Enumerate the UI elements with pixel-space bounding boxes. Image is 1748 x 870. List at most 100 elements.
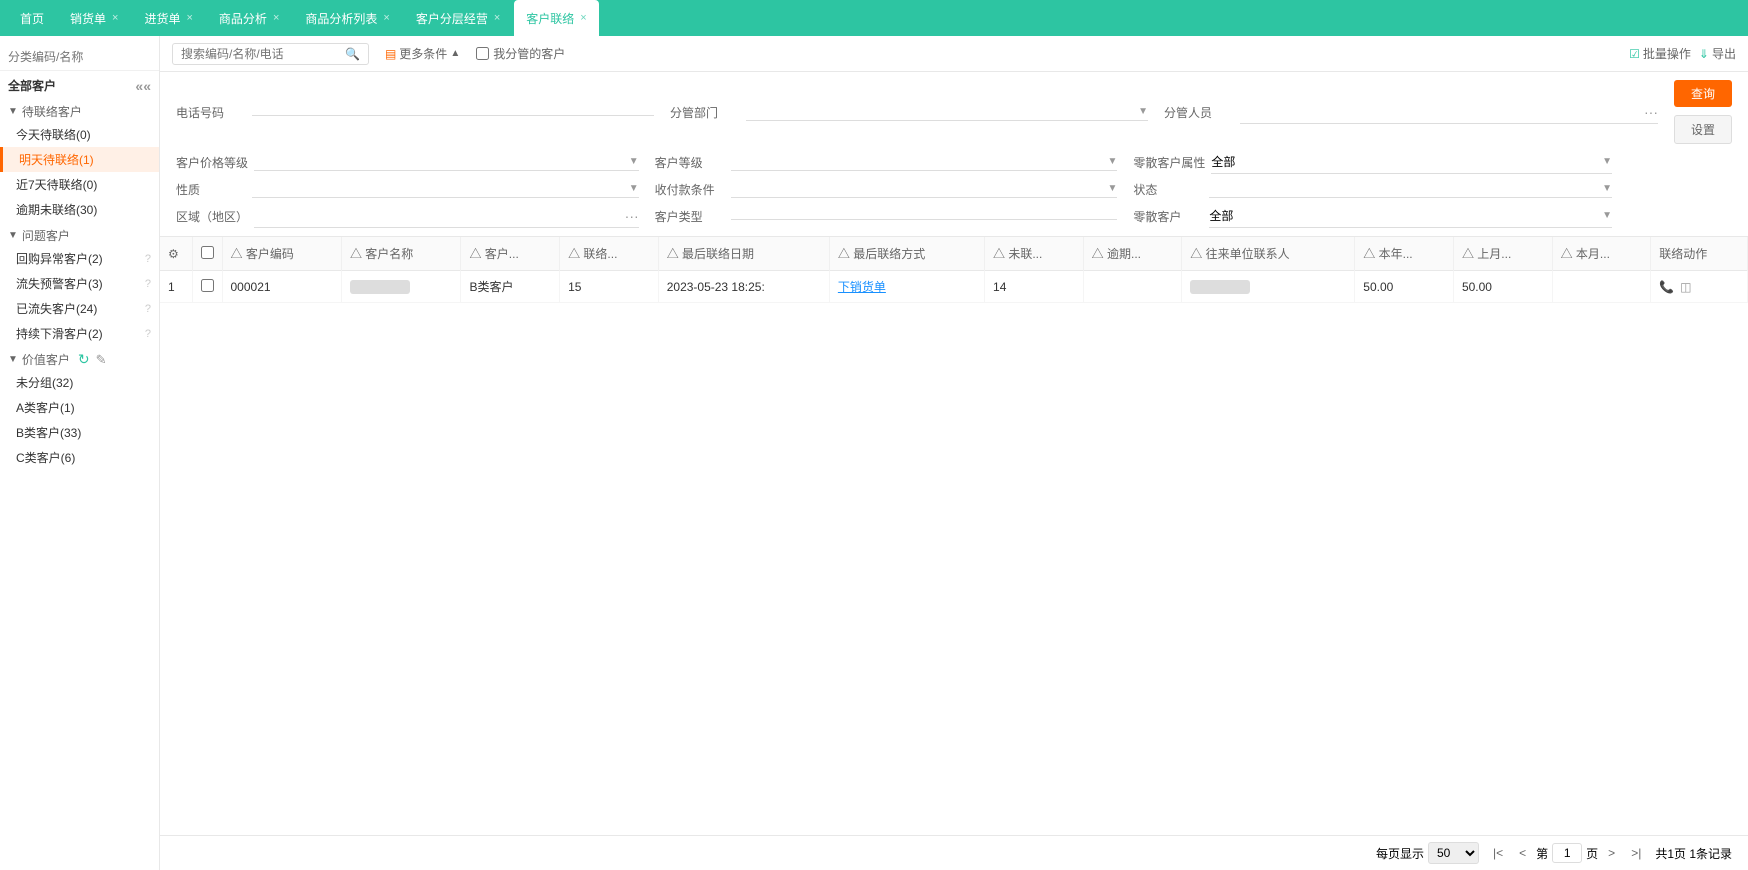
sidebar-item-7days-pending[interactable]: 近7天待联络(0) <box>0 172 159 197</box>
first-page-btn[interactable]: |< <box>1487 844 1509 862</box>
row-this-year: 50.00 <box>1355 271 1454 303</box>
sidebar-item-overdue-pending[interactable]: 逾期未联络(30) <box>0 197 159 222</box>
per-page-select[interactable]: 50 100 200 <box>1428 842 1479 864</box>
sidebar-item-ungrouped[interactable]: 未分组(32) <box>0 370 159 395</box>
last-page-btn[interactable]: >| <box>1625 844 1647 862</box>
more-filters-btn[interactable]: ▤ 更多条件 ▲ <box>377 42 468 65</box>
pagination: |< < 第 页 > >| <box>1487 843 1647 863</box>
dept-select[interactable]: ▼ <box>746 103 1148 121</box>
filter-manager: 分管人员 ··· <box>1164 101 1658 124</box>
edit-icon[interactable]: ✎ <box>96 352 107 368</box>
row-last-month: 50.00 <box>1453 271 1552 303</box>
manager-input[interactable]: ··· <box>1240 101 1658 124</box>
pending-contact-group: ▼ 待联络客户 <box>0 98 159 122</box>
refresh-icon[interactable]: ↻ <box>78 351 90 368</box>
page-input[interactable] <box>1552 843 1582 863</box>
nav-product-analysis[interactable]: 商品分析 × <box>207 0 291 36</box>
sidebar-item-repurchase-abnormal[interactable]: 回购异常客户(2) ? <box>0 246 159 271</box>
nav-sales-order[interactable]: 销货单 × <box>58 0 130 36</box>
sidebar-item-b-class[interactable]: B类客户(33) <box>0 420 159 445</box>
col-last-method[interactable]: △ 最后联络方式 <box>829 237 984 271</box>
nav-home[interactable]: 首页 <box>8 0 56 36</box>
per-page-label: 每页显示 <box>1376 845 1424 862</box>
prev-page-btn[interactable]: < <box>1513 844 1532 862</box>
customer-type-select[interactable] <box>731 213 1118 220</box>
retail-customer-select[interactable]: 全部 ▼ <box>1209 204 1612 228</box>
phone-input[interactable] <box>252 109 654 116</box>
value-customers-group: ▼ 价值客户 ↻ ✎ <box>0 346 159 370</box>
area-label: 区域（地区） <box>176 208 248 225</box>
close-icon[interactable]: × <box>383 12 389 24</box>
price-level-select[interactable]: ▼ <box>254 153 639 171</box>
row-this-month <box>1552 271 1651 303</box>
area-select[interactable]: ··· <box>254 205 639 228</box>
retail-attr-select[interactable]: 全部 ▼ <box>1211 150 1612 174</box>
nav-purchase-order[interactable]: 进货单 × <box>132 0 204 36</box>
phone-icon[interactable]: 📞 <box>1659 280 1674 294</box>
row-overdue <box>1083 271 1182 303</box>
sidebar-item-tomorrow-pending[interactable]: 明天待联络(1) <box>0 147 159 172</box>
customer-level-select[interactable]: ▼ <box>731 153 1118 171</box>
col-type[interactable]: △ 客户... <box>461 237 560 271</box>
table-wrapper: ⚙ △ 客户编码 △ 客户名称 △ 客户... △ 联络... <box>160 237 1748 835</box>
col-this-year[interactable]: △ 本年... <box>1355 237 1454 271</box>
close-icon[interactable]: × <box>186 12 192 24</box>
sidebar-search-input[interactable] <box>8 50 160 64</box>
action-icons[interactable]: 📞◫ <box>1659 280 1739 294</box>
filter-retail-attr: 零散客户属性 全部 ▼ <box>1133 150 1612 174</box>
filter-row-1: 电话号码 分管部门 ▼ 分管人员 ··· <box>176 80 1732 144</box>
close-icon[interactable]: × <box>273 12 279 24</box>
all-customers-section[interactable]: 全部客户 «« <box>0 71 159 98</box>
col-unit-contacts[interactable]: △ 往来单位联系人 <box>1182 237 1355 271</box>
filter-gender: 性质 ▼ <box>176 180 655 198</box>
col-checkbox[interactable] <box>192 237 222 271</box>
row-action[interactable]: 📞◫ <box>1651 271 1748 303</box>
row-checkbox[interactable] <box>192 271 222 303</box>
sidebar-item-today-pending[interactable]: 今天待联络(0) <box>0 122 159 147</box>
help-icon: ? <box>145 303 151 315</box>
reset-btn[interactable]: 设置 <box>1674 115 1732 144</box>
main-layout: 🔍 全部客户 «« ▼ 待联络客户 今天待联络(0) 明天待联络(1) 近7天待… <box>0 36 1748 870</box>
more-action-icon[interactable]: ◫ <box>1680 280 1691 294</box>
gender-select[interactable]: ▼ <box>252 180 639 198</box>
row-code: 000021 <box>222 271 341 303</box>
batch-op-btn[interactable]: ☑ 批量操作 <box>1629 45 1691 62</box>
close-icon[interactable]: × <box>580 12 586 24</box>
page-unit: 页 <box>1586 845 1598 862</box>
footer: 每页显示 50 100 200 |< < 第 页 > >| 共1页 1条记录 <box>160 835 1748 870</box>
col-this-month[interactable]: △ 本月... <box>1552 237 1651 271</box>
sidebar-item-churned[interactable]: 已流失客户(24) ? <box>0 296 159 321</box>
close-icon[interactable]: × <box>494 12 500 24</box>
search-icon[interactable]: 🔍 <box>345 47 360 61</box>
col-overdue[interactable]: △ 逾期... <box>1083 237 1182 271</box>
payment-select[interactable]: ▼ <box>731 180 1118 198</box>
export-btn[interactable]: ⇓ 导出 <box>1699 45 1736 62</box>
col-contacts[interactable]: △ 联络... <box>560 237 659 271</box>
sidebar-item-a-class[interactable]: A类客户(1) <box>0 395 159 420</box>
query-btn[interactable]: 查询 <box>1674 80 1732 107</box>
select-all-checkbox[interactable] <box>201 246 214 259</box>
nav-customer-tier[interactable]: 客户分层经营 × <box>404 0 512 36</box>
customer-table: ⚙ △ 客户编码 △ 客户名称 △ 客户... △ 联络... <box>160 237 1748 303</box>
col-settings[interactable]: ⚙ <box>160 237 192 271</box>
next-page-btn[interactable]: > <box>1602 844 1621 862</box>
search-input[interactable] <box>181 47 341 61</box>
col-code[interactable]: △ 客户编码 <box>222 237 341 271</box>
nav-customer-contact[interactable]: 客户联络 × <box>514 0 598 36</box>
sidebar-item-c-class[interactable]: C类客户(6) <box>0 445 159 470</box>
col-name[interactable]: △ 客户名称 <box>341 237 460 271</box>
col-last-month[interactable]: △ 上月... <box>1453 237 1552 271</box>
col-last-date[interactable]: △ 最后联络日期 <box>658 237 829 271</box>
sidebar-item-declining[interactable]: 持续下滑客户(2) ? <box>0 321 159 346</box>
row-no-contact: 14 <box>985 271 1084 303</box>
col-no-contact[interactable]: △ 未联... <box>985 237 1084 271</box>
close-icon[interactable]: × <box>112 12 118 24</box>
row-last-method[interactable]: 下销货单 <box>829 271 984 303</box>
sidebar-item-churn-warning[interactable]: 流失预警客户(3) ? <box>0 271 159 296</box>
my-customers-checkbox-label[interactable]: 我分管的客户 <box>476 45 565 62</box>
my-customers-checkbox[interactable] <box>476 47 489 60</box>
collapse-icon[interactable]: «« <box>135 78 151 94</box>
customer-level-label: 客户等级 <box>655 154 725 171</box>
status-select[interactable]: ▼ <box>1209 180 1612 198</box>
nav-product-analysis-list[interactable]: 商品分析列表 × <box>293 0 401 36</box>
